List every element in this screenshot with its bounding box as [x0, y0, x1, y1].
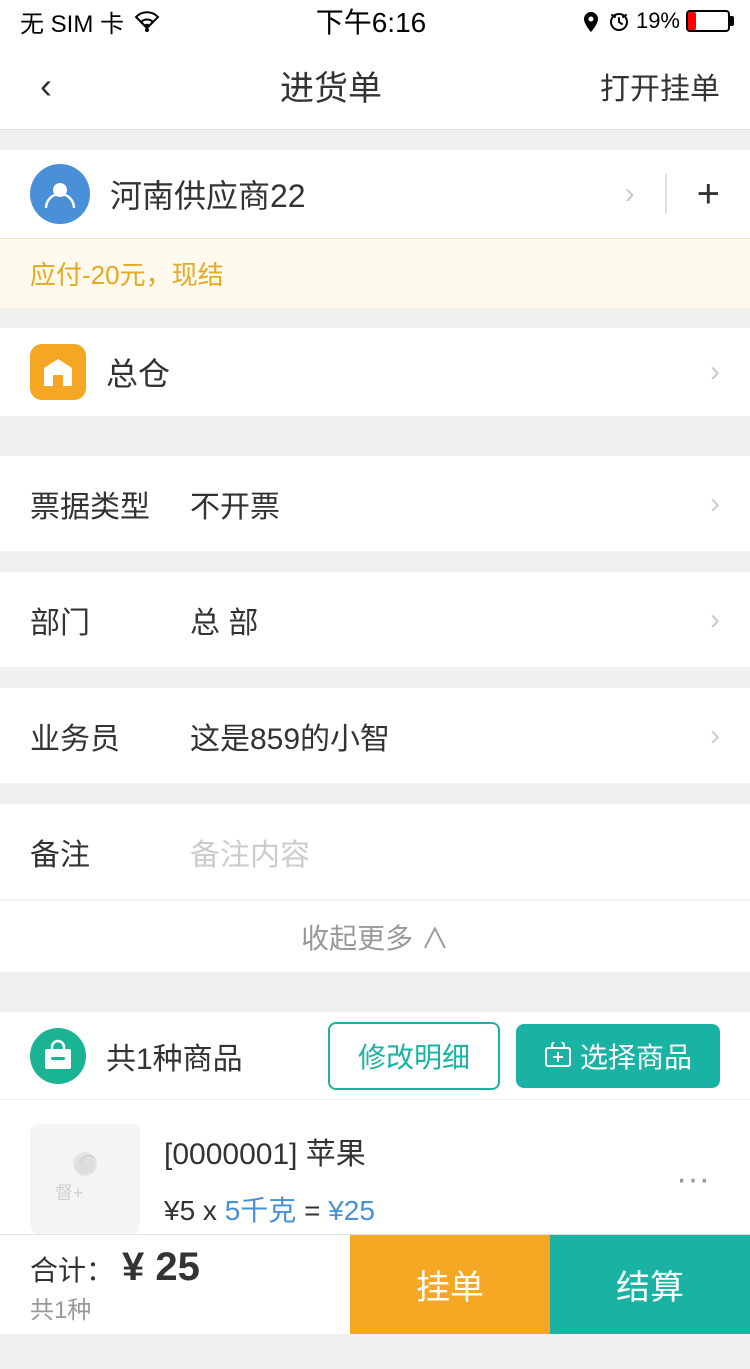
product-info: [0000001] 苹果 ¥5 x 5千克 = ¥25: [164, 1129, 666, 1229]
product-qty: 5千克: [225, 1195, 297, 1226]
product-thumbnail: 督+: [30, 1124, 140, 1234]
bottom-bar: 合计： ¥ 25 共1种 挂单 结算: [0, 1234, 750, 1334]
alarm-icon: [608, 10, 630, 32]
notice-text: 应付-20元，现结: [30, 260, 224, 290]
supplier-row[interactable]: 河南供应商22 › +: [0, 150, 750, 238]
supplier-name: 河南供应商22: [110, 171, 625, 217]
dept-row[interactable]: 部门 总 部 ›: [0, 572, 750, 668]
supplier-divider: [665, 174, 667, 214]
warehouse-row[interactable]: 总仓 ›: [0, 328, 750, 416]
products-count: 共1种商品: [106, 1034, 328, 1078]
page-title: 进货单: [280, 61, 382, 110]
staff-arrow-icon: ›: [710, 719, 720, 753]
battery-icon: [686, 10, 730, 32]
svg-text:督+: 督+: [55, 1183, 84, 1203]
checkout-button[interactable]: 结算: [550, 1235, 750, 1334]
staff-label: 业务员: [30, 714, 170, 758]
invoice-value: 不开票: [170, 482, 710, 526]
products-icon: [30, 1028, 86, 1084]
back-button[interactable]: ‹: [30, 55, 62, 117]
separator-6: [0, 784, 750, 804]
separator-1: [0, 130, 750, 150]
notice-bar: 应付-20元，现结: [0, 238, 750, 308]
location-icon: [580, 10, 602, 32]
products-section: 共1种商品 修改明细 选择商品 督+: [0, 1012, 750, 1259]
separator-7: [0, 972, 750, 992]
product-title: 苹果: [306, 1138, 366, 1171]
separator-2: [0, 308, 750, 328]
warehouse-card: 总仓 ›: [0, 328, 750, 416]
invoice-arrow-icon: ›: [710, 487, 720, 521]
battery-percent: 19%: [636, 8, 680, 34]
open-hold-button[interactable]: 打开挂单: [600, 64, 720, 108]
select-product-label: 选择商品: [580, 1036, 692, 1076]
product-equals: =: [304, 1195, 328, 1226]
dept-value: 总 部: [170, 598, 710, 642]
hold-button[interactable]: 挂单: [350, 1235, 550, 1334]
product-code: [0000001]: [164, 1138, 306, 1171]
wifi-icon: [132, 10, 162, 32]
remark-input[interactable]: 备注内容: [170, 830, 720, 874]
staff-value: 这是859的小智: [170, 714, 710, 758]
select-product-button[interactable]: 选择商品: [516, 1024, 720, 1088]
total-label: 合计：: [30, 1249, 114, 1289]
product-more-button[interactable]: ···: [666, 1150, 720, 1209]
invoice-row[interactable]: 票据类型 不开票 ›: [0, 456, 750, 552]
total-section: 合计： ¥ 25 共1种: [0, 1235, 350, 1334]
add-supplier-button[interactable]: +: [697, 172, 720, 217]
product-name: [0000001] 苹果: [164, 1129, 666, 1173]
form-section: 票据类型 不开票 › 部门 总 部 › 业务员 这是859的小智 › 备注 备注…: [0, 436, 750, 972]
status-time: 下午6:16: [316, 1, 427, 41]
product-price: ¥5 x: [164, 1195, 225, 1226]
separator-5: [0, 668, 750, 688]
collapse-toggle[interactable]: 收起更多 ∧: [0, 900, 750, 972]
separator-4: [0, 552, 750, 572]
dept-label: 部门: [30, 598, 170, 642]
status-right: 19%: [580, 8, 730, 34]
separator-3: [0, 436, 750, 456]
staff-row[interactable]: 业务员 这是859的小智 ›: [0, 688, 750, 784]
remark-row[interactable]: 备注 备注内容: [0, 804, 750, 900]
warehouse-icon: [30, 344, 86, 400]
nav-bar: ‹ 进货单 打开挂单: [0, 42, 750, 130]
product-total: ¥25: [328, 1195, 375, 1226]
products-header: 共1种商品 修改明细 选择商品: [0, 1012, 750, 1100]
status-bar: 无 SIM 卡 下午6:16 19%: [0, 0, 750, 42]
product-calc: ¥5 x 5千克 = ¥25: [164, 1189, 666, 1229]
carrier-text: 无 SIM 卡: [20, 4, 124, 39]
supplier-card: 河南供应商22 › + 应付-20元，现结: [0, 150, 750, 308]
supplier-avatar: [30, 164, 90, 224]
remark-label: 备注: [30, 830, 170, 874]
total-line: 合计： ¥ 25: [30, 1245, 320, 1290]
modify-detail-button[interactable]: 修改明细: [328, 1022, 500, 1090]
supplier-arrow-icon: ›: [625, 177, 635, 211]
total-count: 共1种: [30, 1290, 320, 1325]
status-carrier: 无 SIM 卡: [20, 4, 162, 39]
invoice-label: 票据类型: [30, 482, 170, 526]
warehouse-name: 总仓: [106, 349, 710, 395]
dept-arrow-icon: ›: [710, 603, 720, 637]
total-amount: ¥ 25: [122, 1245, 200, 1290]
warehouse-arrow-icon: ›: [710, 355, 720, 389]
